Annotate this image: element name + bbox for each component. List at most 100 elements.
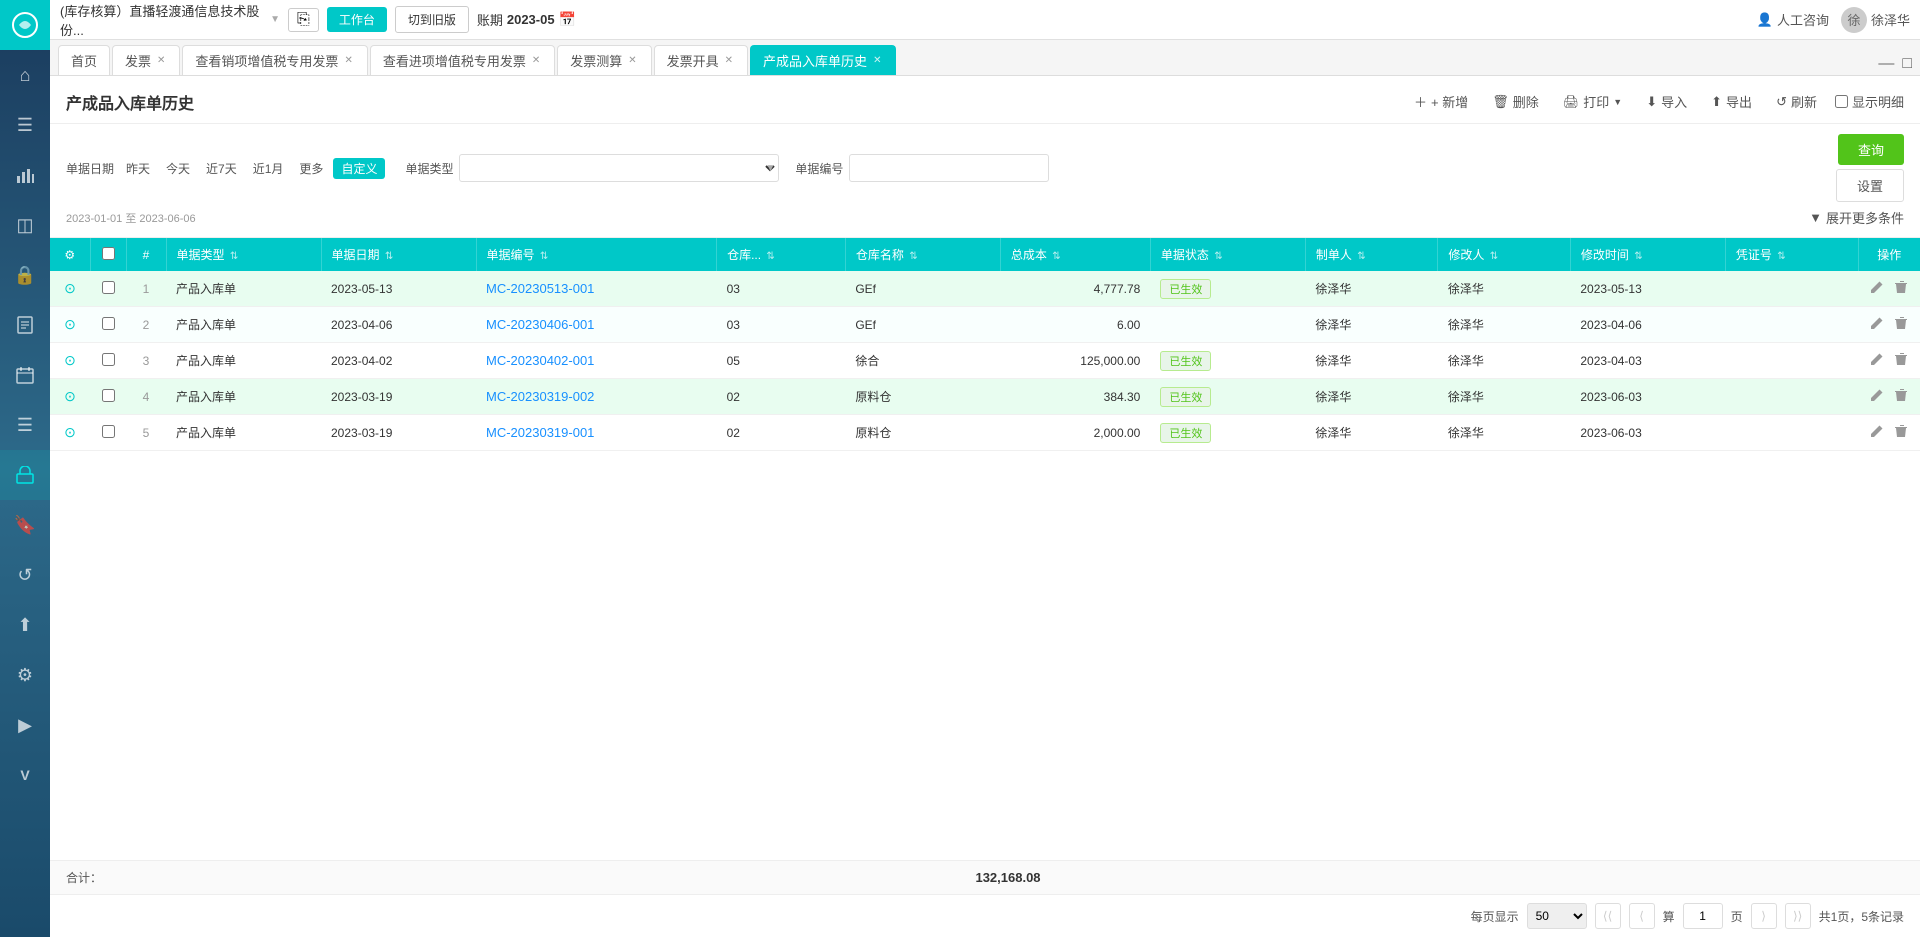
date-more-btn[interactable]: 更多: [293, 158, 329, 179]
type-filter-select[interactable]: [459, 154, 779, 182]
tab-vat-in-close[interactable]: ✕: [530, 53, 542, 68]
delete-button[interactable]: 🗑 删除: [1486, 88, 1545, 115]
row-checkbox-1[interactable]: [90, 307, 126, 343]
row-code-link-1[interactable]: MC-20230406-001: [486, 317, 594, 332]
period-calendar-icon[interactable]: 📅: [559, 11, 576, 28]
tab-invoice-calc-close[interactable]: ✕: [626, 53, 638, 68]
date-1month-btn[interactable]: 近1月: [247, 158, 290, 179]
sidebar-item-lock[interactable]: 🔒: [0, 250, 50, 300]
tab-invoice-calc[interactable]: 发票测算 ✕: [557, 45, 651, 75]
row-checkbox-0[interactable]: [90, 271, 126, 307]
code-filter-input[interactable]: [849, 154, 1049, 182]
th-voucher[interactable]: 凭证号 ⇅: [1725, 238, 1858, 271]
refresh-button[interactable]: ↺ 刷新: [1770, 88, 1823, 115]
tab-invoice[interactable]: 发票 ✕: [112, 45, 180, 75]
workbench-button[interactable]: 工作台: [327, 7, 387, 32]
sidebar-item-chart[interactable]: [0, 150, 50, 200]
sidebar-item-version[interactable]: V: [0, 750, 50, 800]
th-modify-time[interactable]: 修改时间 ⇅: [1570, 238, 1725, 271]
row-code-1[interactable]: MC-20230406-001: [476, 307, 717, 343]
tab-vat-out-close[interactable]: ✕: [342, 53, 354, 68]
print-button[interactable]: 🖨 打印 ▼: [1557, 88, 1628, 115]
export-button[interactable]: ⬆ 导出: [1705, 88, 1758, 115]
row-code-link-3[interactable]: MC-20230319-002: [486, 389, 594, 404]
row-edit-btn-2[interactable]: [1868, 350, 1886, 371]
row-checkbox-3[interactable]: [90, 379, 126, 415]
sidebar-item-inventory[interactable]: [0, 450, 50, 500]
sidebar-item-inbox[interactable]: ◫: [0, 200, 50, 250]
sidebar-item-doc[interactable]: ☰: [0, 100, 50, 150]
row-settings-icon[interactable]: ⊙: [64, 316, 76, 332]
show-detail-checkbox[interactable]: 显示明细: [1835, 92, 1904, 111]
th-total-cost[interactable]: 总成本 ⇅: [1000, 238, 1150, 271]
th-date[interactable]: 单据日期 ⇅: [321, 238, 476, 271]
minimize-button[interactable]: —: [1878, 55, 1894, 73]
page-size-select[interactable]: 50 20 100: [1527, 903, 1587, 929]
th-creator[interactable]: 制单人 ⇅: [1305, 238, 1438, 271]
next-page-button[interactable]: ⟩: [1751, 903, 1777, 929]
sidebar-item-calendar[interactable]: [0, 350, 50, 400]
date-custom-btn[interactable]: 自定义: [333, 158, 385, 179]
tab-invoice-close[interactable]: ✕: [155, 53, 167, 68]
row-code-2[interactable]: MC-20230402-001: [476, 343, 717, 379]
row-code-link-2[interactable]: MC-20230402-001: [486, 353, 594, 368]
sidebar-item-play[interactable]: ▶: [0, 700, 50, 750]
row-delete-btn-3[interactable]: [1892, 386, 1910, 407]
row-edit-btn-4[interactable]: [1868, 422, 1886, 443]
row-code-3[interactable]: MC-20230319-002: [476, 379, 717, 415]
sidebar-item-upload[interactable]: ⬆: [0, 600, 50, 650]
query-button[interactable]: 查询: [1838, 134, 1904, 165]
sidebar-item-list[interactable]: ☰: [0, 400, 50, 450]
user-menu[interactable]: 徐 徐泽华: [1841, 7, 1910, 33]
table-row[interactable]: ⊙ 2 产品入库单 2023-04-06 MC-20230406-001 03 …: [50, 307, 1920, 343]
table-row[interactable]: ⊙ 5 产品入库单 2023-03-19 MC-20230319-001 02 …: [50, 415, 1920, 451]
row-edit-btn-1[interactable]: [1868, 314, 1886, 335]
tab-vat-out[interactable]: 查看销项增值税专用发票 ✕: [182, 45, 367, 75]
th-code[interactable]: 单据编号 ⇅: [476, 238, 717, 271]
row-check-1[interactable]: [102, 317, 115, 330]
sidebar-item-refresh[interactable]: ↺: [0, 550, 50, 600]
th-checkbox[interactable]: [90, 238, 126, 271]
row-settings-1[interactable]: ⊙: [50, 307, 90, 343]
row-settings-icon[interactable]: ⊙: [64, 280, 76, 296]
th-warehouse-code[interactable]: 仓库... ⇅: [717, 238, 846, 271]
sidebar-item-stamp[interactable]: 🔖: [0, 500, 50, 550]
row-checkbox-2[interactable]: [90, 343, 126, 379]
row-check-0[interactable]: [102, 281, 115, 294]
row-edit-btn-3[interactable]: [1868, 386, 1886, 407]
row-settings-2[interactable]: ⊙: [50, 343, 90, 379]
setting-button[interactable]: 设置: [1836, 169, 1904, 202]
show-detail-input[interactable]: [1835, 95, 1848, 108]
tab-invoice-open[interactable]: 发票开具 ✕: [654, 45, 748, 75]
sidebar-item-bill[interactable]: [0, 300, 50, 350]
date-7days-btn[interactable]: 近7天: [200, 158, 243, 179]
company-selector[interactable]: (库存核算）直播轻渡通信息技术股份... ▼: [60, 1, 280, 39]
row-check-3[interactable]: [102, 389, 115, 402]
sidebar-item-home[interactable]: ⌂: [0, 50, 50, 100]
table-row[interactable]: ⊙ 3 产品入库单 2023-04-02 MC-20230402-001 05 …: [50, 343, 1920, 379]
tab-home[interactable]: 首页: [58, 45, 110, 75]
th-status[interactable]: 单据状态 ⇅: [1150, 238, 1305, 271]
new-button[interactable]: ＋ + 新增: [1408, 88, 1474, 115]
row-delete-btn-2[interactable]: [1892, 350, 1910, 371]
row-check-4[interactable]: [102, 425, 115, 438]
sidebar-item-settings[interactable]: ⚙: [0, 650, 50, 700]
row-settings-0[interactable]: ⊙: [50, 271, 90, 307]
row-settings-icon[interactable]: ⊙: [64, 388, 76, 404]
copy-button[interactable]: ⎘: [288, 8, 319, 32]
date-yesterday-btn[interactable]: 昨天: [120, 158, 156, 179]
row-delete-btn-4[interactable]: [1892, 422, 1910, 443]
maximize-button[interactable]: □: [1902, 55, 1912, 73]
row-edit-btn-0[interactable]: [1868, 278, 1886, 299]
tab-product-in[interactable]: 产成品入库单历史 ✕: [750, 45, 896, 75]
table-row[interactable]: ⊙ 4 产品入库单 2023-03-19 MC-20230319-002 02 …: [50, 379, 1920, 415]
company-dropdown-icon[interactable]: ▼: [270, 14, 280, 25]
th-settings[interactable]: ⚙: [50, 238, 90, 271]
row-check-2[interactable]: [102, 353, 115, 366]
import-button[interactable]: ⬇ 导入: [1640, 88, 1693, 115]
table-row[interactable]: ⊙ 1 产品入库单 2023-05-13 MC-20230513-001 03 …: [50, 271, 1920, 307]
row-delete-btn-0[interactable]: [1892, 278, 1910, 299]
date-today-btn[interactable]: 今天: [160, 158, 196, 179]
th-type[interactable]: 单据类型 ⇅: [166, 238, 321, 271]
expand-conditions-button[interactable]: ▼ 展开更多条件: [1809, 208, 1904, 227]
